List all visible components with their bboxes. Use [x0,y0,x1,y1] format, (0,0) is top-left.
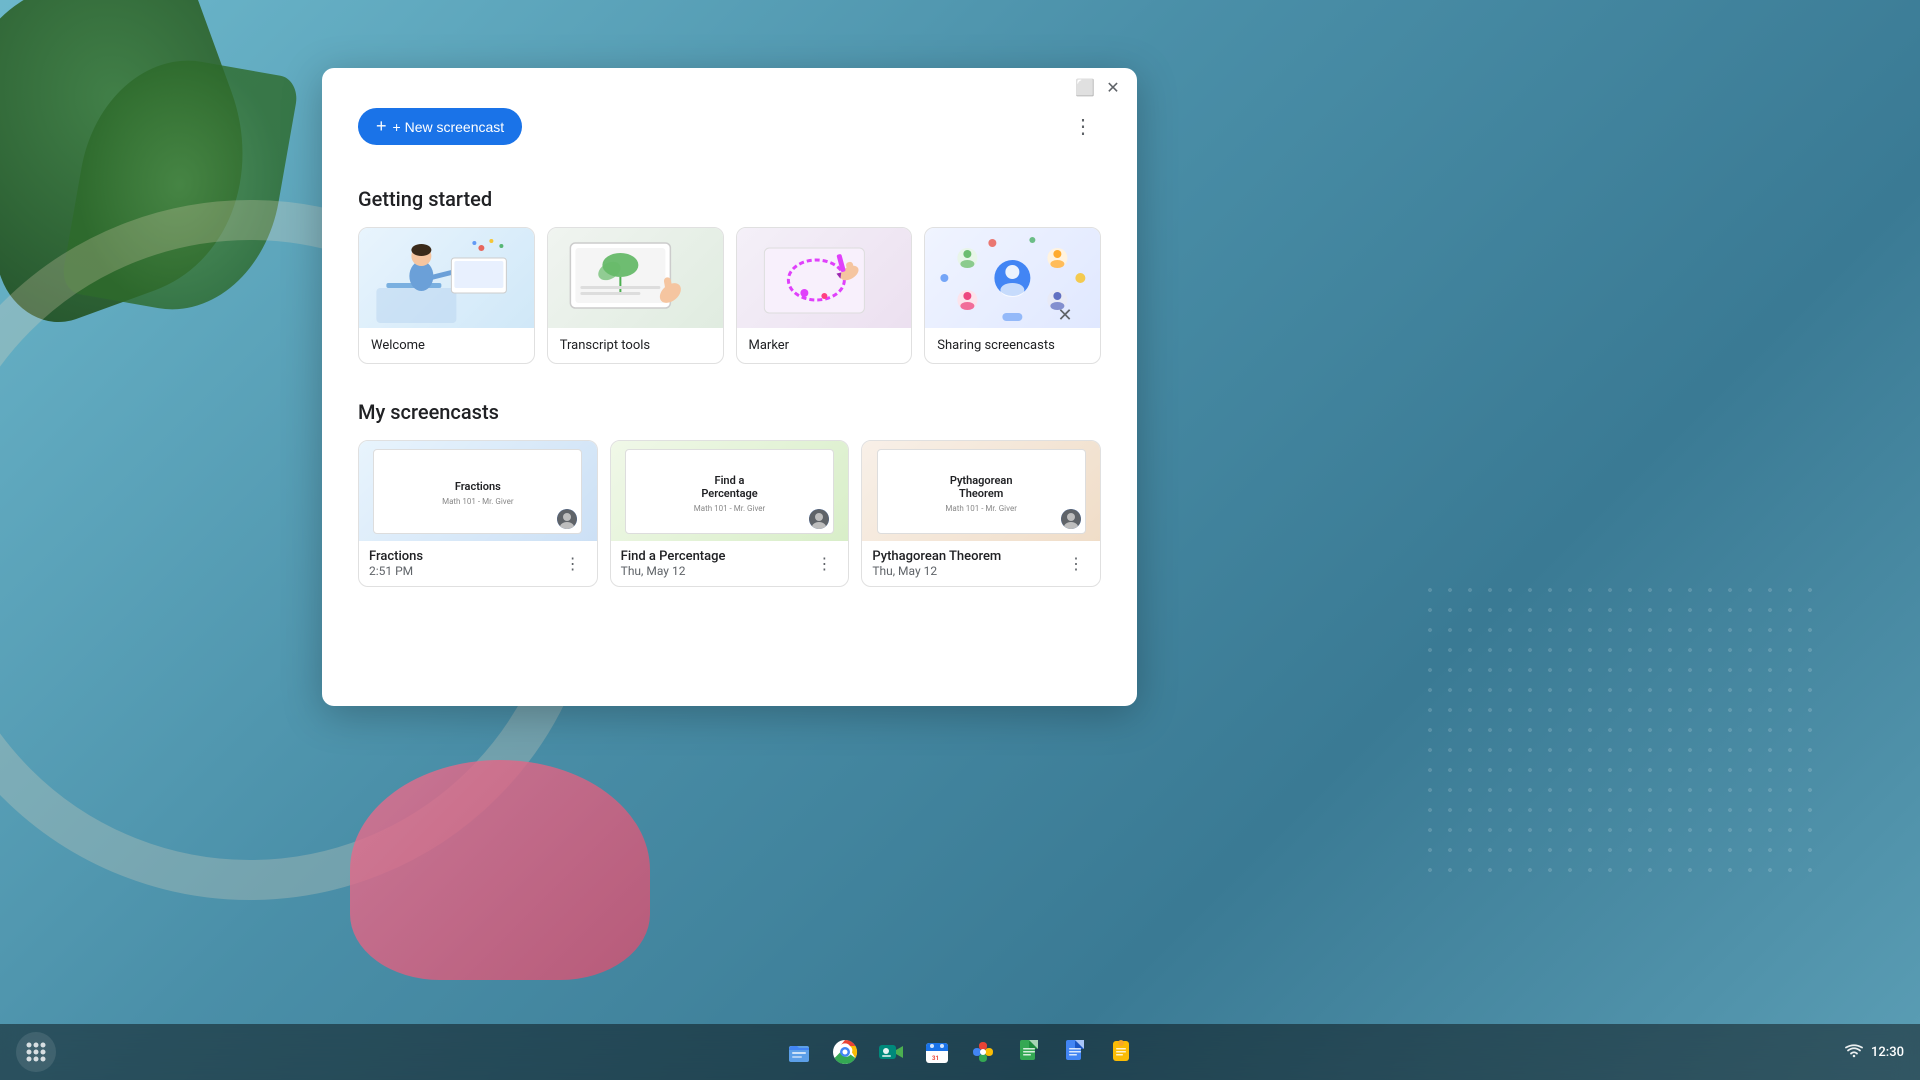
my-screencasts-title: My screencasts [358,400,1101,424]
card-sharing[interactable]: Sharing screencasts [924,227,1101,364]
content-close-button[interactable]: ✕ [1051,301,1079,329]
launcher-button[interactable] [16,1032,56,1072]
screencast-date-percentage: Thu, May 12 [621,564,726,578]
screencast-title-percentage: Find a Percentage [697,470,761,504]
maximize-button[interactable]: ⬜ [1073,76,1097,100]
card-thumb-marker [737,228,912,328]
more-options-button[interactable]: ⋮ [1065,109,1101,145]
my-screencasts-section: My screencasts Fractions Math 101 - Mr. … [358,400,1101,587]
card-label-welcome: Welcome [359,328,534,363]
screencasts-grid: Fractions Math 101 - Mr. Giver [358,440,1101,587]
card-label-sharing: Sharing screencasts [925,328,1100,363]
taskbar-center: 31 [779,1032,1141,1072]
taskbar-keep[interactable] [1101,1032,1141,1072]
card-marker[interactable]: Marker [736,227,913,364]
screencast-info-pythagorean: Pythagorean Theorem Thu, May 12 ⋮ [862,541,1100,586]
card-thumb-transcript [548,228,723,328]
screencast-title-fractions: Fractions [451,476,505,497]
content-close-icon: ✕ [1057,305,1072,325]
taskbar: 31 [0,1024,1920,1080]
new-screencast-label: + New screencast [393,119,505,135]
getting-started-section: Getting started [358,187,1101,364]
plus-icon: + [376,116,387,137]
screencast-card-fractions[interactable]: Fractions Math 101 - Mr. Giver [358,440,598,587]
screencast-more-percentage[interactable]: ⋮ [810,550,838,578]
screencast-info-percentage: Find a Percentage Thu, May 12 ⋮ [611,541,849,586]
taskbar-calendar[interactable]: 31 [917,1032,957,1072]
app-window: ⬜ ✕ + + New screencast ⋮ ✕ Getting start… [322,68,1137,706]
screencast-date-pythagorean: Thu, May 12 [872,564,1001,578]
taskbar-chrome[interactable] [825,1032,865,1072]
screencast-sub-fractions: Math 101 - Mr. Giver [442,497,514,506]
wifi-icon [1845,1043,1863,1062]
screencast-meta-percentage: Find a Percentage Thu, May 12 [621,549,726,578]
taskbar-left [16,1032,56,1072]
close-window-button[interactable]: ✕ [1101,76,1125,100]
screencast-sub-percentage: Math 101 - Mr. Giver [694,504,766,513]
card-transcript[interactable]: Transcript tools [547,227,724,364]
screencast-date-fractions: 2:51 PM [369,564,423,578]
screencast-meta-fractions: Fractions 2:51 PM [369,549,423,578]
taskbar-files[interactable] [779,1032,819,1072]
maximize-icon: ⬜ [1075,78,1095,98]
screencast-info-fractions: Fractions 2:51 PM ⋮ [359,541,597,586]
close-window-icon: ✕ [1106,78,1119,98]
screencast-thumb-percentage: Find a Percentage Math 101 - Mr. Giver [611,441,849,541]
screencast-avatar-pythagorean [1061,509,1081,529]
more-vert-icon: ⋮ [1073,114,1093,139]
taskbar-sheets[interactable] [1009,1032,1049,1072]
screencast-title-pythagorean: Pythagorean Theorem [946,470,1017,504]
taskbar-time: 12:30 [1871,1045,1904,1060]
screencast-thumb-inner-percentage: Find a Percentage Math 101 - Mr. Giver [625,449,834,534]
taskbar-right: 12:30 [1845,1043,1904,1062]
screencast-card-percentage[interactable]: Find a Percentage Math 101 - Mr. Giver [610,440,850,587]
taskbar-docs[interactable] [1055,1032,1095,1072]
screencast-meta-pythagorean: Pythagorean Theorem Thu, May 12 [872,549,1001,578]
screencast-name-percentage: Find a Percentage [621,549,726,564]
screencast-thumb-inner-pythagorean: Pythagorean Theorem Math 101 - Mr. Giver [877,449,1086,534]
bg-dots [1420,580,1820,880]
screencast-sub-pythagorean: Math 101 - Mr. Giver [945,504,1017,513]
screencast-thumb-inner-fractions: Fractions Math 101 - Mr. Giver [373,449,582,534]
screencast-thumb-fractions: Fractions Math 101 - Mr. Giver [359,441,597,541]
card-label-marker: Marker [737,328,912,363]
window-content: + + New screencast ⋮ ✕ Getting started [322,108,1137,702]
card-welcome[interactable]: Welcome [358,227,535,364]
getting-started-cards: Welcome [358,227,1101,364]
taskbar-photos[interactable] [963,1032,1003,1072]
screencast-more-pythagorean[interactable]: ⋮ [1062,550,1090,578]
svg-text:31: 31 [932,1055,939,1062]
card-thumb-welcome [359,228,534,328]
taskbar-meet[interactable] [871,1032,911,1072]
screencast-name-fractions: Fractions [369,549,423,564]
screencast-more-fractions[interactable]: ⋮ [559,550,587,578]
screencast-name-pythagorean: Pythagorean Theorem [872,549,1001,564]
screencast-card-pythagorean[interactable]: Pythagorean Theorem Math 101 - Mr. Giver [861,440,1101,587]
getting-started-title: Getting started [358,187,1101,211]
card-label-transcript: Transcript tools [548,328,723,363]
new-screencast-button[interactable]: + + New screencast [358,108,522,145]
window-titlebar: ⬜ ✕ [322,68,1137,108]
top-bar: + + New screencast ⋮ [358,108,1101,145]
bg-pink-shape [350,760,650,980]
screencast-thumb-pythagorean: Pythagorean Theorem Math 101 - Mr. Giver [862,441,1100,541]
screencast-avatar-percentage [809,509,829,529]
screencast-avatar-fractions [557,509,577,529]
